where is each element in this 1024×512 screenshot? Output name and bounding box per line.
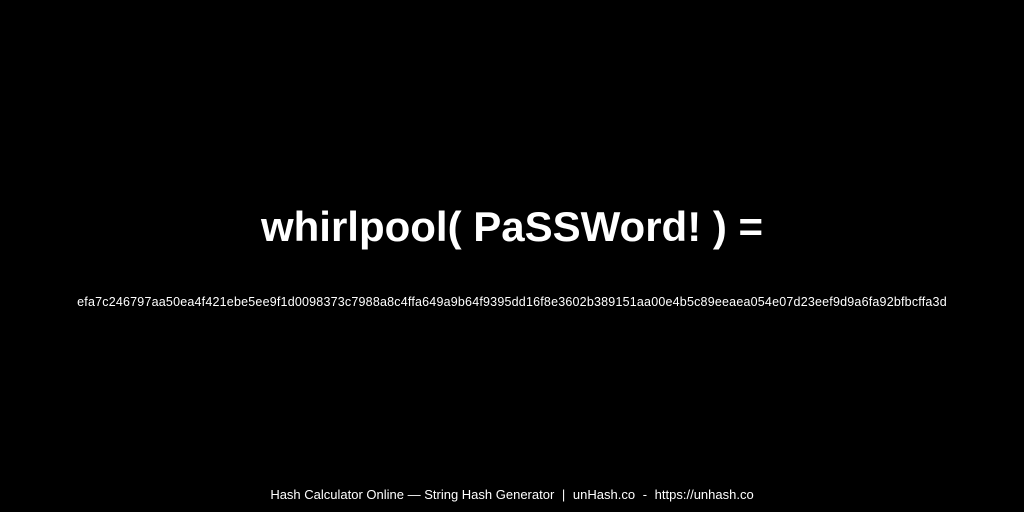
footer-site-name: unHash.co (573, 487, 635, 502)
footer-title: Hash Calculator Online — String Hash Gen… (270, 487, 554, 502)
footer: Hash Calculator Online — String Hash Gen… (0, 487, 1024, 502)
hash-output: efa7c246797aa50ea4f421ebe5ee9f1d0098373c… (77, 295, 947, 309)
footer-separator: | (562, 487, 565, 502)
hash-expression: whirlpool( PaSSWord! ) = (261, 203, 763, 251)
page-container: whirlpool( PaSSWord! ) = efa7c246797aa50… (0, 0, 1024, 512)
footer-separator: - (643, 487, 647, 502)
footer-url: https://unhash.co (655, 487, 754, 502)
